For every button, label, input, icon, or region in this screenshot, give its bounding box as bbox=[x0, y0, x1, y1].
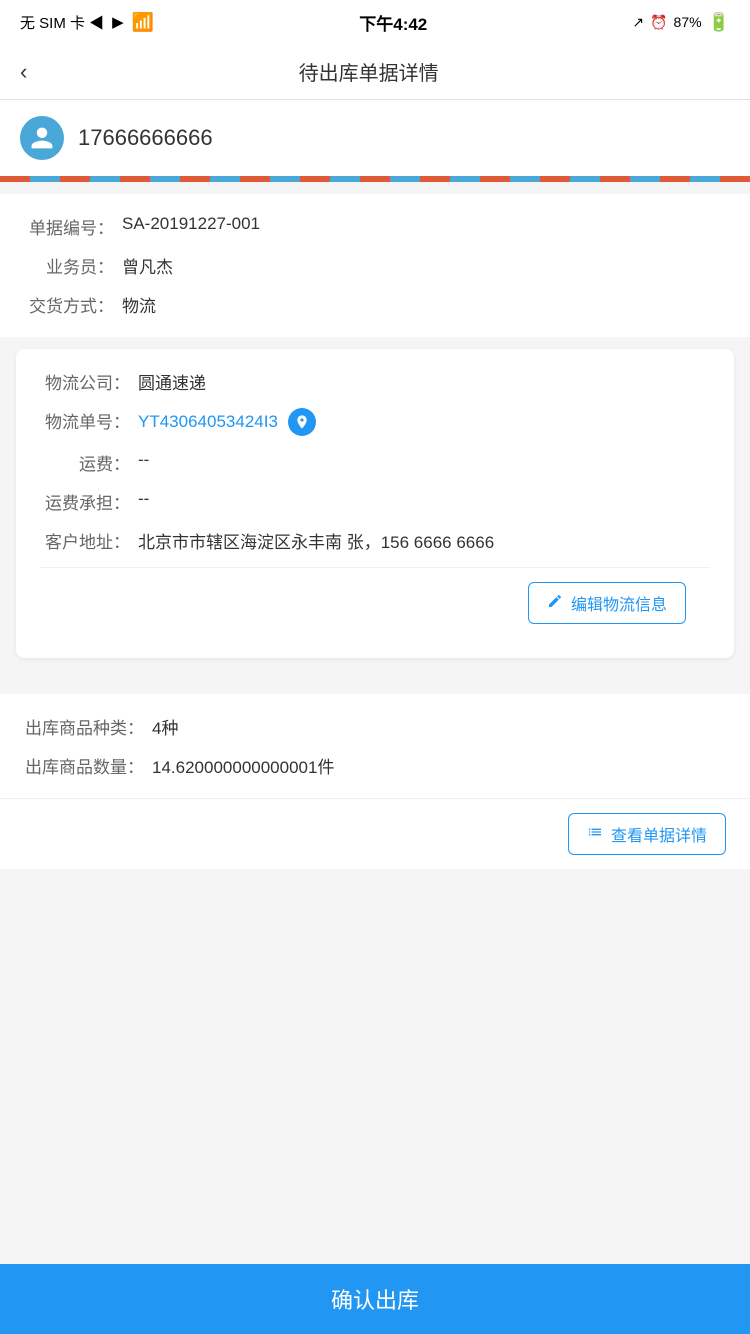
view-detail-button[interactable]: 查看单据详情 bbox=[568, 813, 726, 855]
section-separator bbox=[0, 670, 750, 682]
tracking-number-row: 物流单号： YT43064053424I3 bbox=[40, 408, 710, 436]
confirm-button-label: 确认出库 bbox=[331, 1283, 419, 1315]
status-right: ↗ ⏰ 87% 🔋 bbox=[632, 12, 730, 33]
document-number-label: 单据编号： bbox=[24, 214, 114, 239]
nav-bar: ‹ 待出库单据详情 bbox=[0, 44, 750, 100]
dashed-divider bbox=[0, 176, 750, 182]
sales-person-label: 业务员： bbox=[24, 253, 114, 278]
goods-quantity-row: 出库商品数量： 14.620000000000001件 bbox=[24, 753, 726, 778]
location-icon: ↗ bbox=[632, 14, 644, 31]
tracking-number-container: YT43064053424I3 bbox=[130, 408, 316, 436]
bottom-spacer bbox=[0, 1049, 750, 1129]
freight-bearer-row: 运费承担： -- bbox=[40, 489, 710, 514]
logistics-company-label: 物流公司： bbox=[40, 369, 130, 394]
battery-percent: 87% bbox=[674, 14, 702, 30]
sales-person-row: 业务员： 曾凡杰 bbox=[24, 253, 726, 278]
confirm-button[interactable]: 确认出库 bbox=[0, 1264, 750, 1334]
customer-header: 17666666666 bbox=[0, 100, 750, 176]
map-pin-icon[interactable] bbox=[288, 408, 316, 436]
edit-icon bbox=[547, 593, 563, 614]
view-detail-icon bbox=[587, 824, 603, 845]
address-row: 客户地址： 北京市市辖区海淀区永丰南 张，156 6666 6666 bbox=[40, 528, 710, 553]
goods-quantity-label: 出库商品数量： bbox=[24, 753, 144, 778]
sales-person-value: 曾凡杰 bbox=[122, 253, 726, 278]
goods-type-value: 4种 bbox=[152, 714, 726, 739]
logistics-company-row: 物流公司： 圆通速递 bbox=[40, 369, 710, 394]
delivery-method-row: 交货方式： 物流 bbox=[24, 292, 726, 317]
document-number-value: SA-20191227-001 bbox=[122, 214, 726, 234]
page-title: 待出库单据详情 bbox=[47, 57, 690, 86]
empty-area bbox=[0, 869, 750, 1049]
address-label: 客户地址： bbox=[40, 528, 130, 553]
status-bar: 无 SIM 卡 ◀ ▶ 📶 下午4:42 ↗ ⏰ 87% 🔋 bbox=[0, 0, 750, 44]
delivery-method-value: 物流 bbox=[122, 292, 726, 317]
avatar bbox=[20, 116, 64, 160]
back-button[interactable]: ‹ bbox=[20, 59, 27, 85]
tracking-number-value: YT43064053424I3 bbox=[138, 412, 278, 432]
freight-bearer-value: -- bbox=[138, 489, 710, 509]
freight-label: 运费： bbox=[40, 450, 130, 475]
goods-quantity-value: 14.620000000000001件 bbox=[152, 753, 726, 778]
address-value: 北京市市辖区海淀区永丰南 张，156 6666 6666 bbox=[138, 528, 710, 553]
view-detail-label: 查看单据详情 bbox=[611, 822, 707, 846]
edit-logistics-label: 编辑物流信息 bbox=[571, 591, 667, 615]
document-number-row: 单据编号： SA-20191227-001 bbox=[24, 214, 726, 239]
status-time: 下午4:42 bbox=[359, 10, 427, 35]
freight-bearer-label: 运费承担： bbox=[40, 489, 130, 514]
order-info-section: 单据编号： SA-20191227-001 业务员： 曾凡杰 交货方式： 物流 bbox=[0, 194, 750, 337]
logistics-info-card: 物流公司： 圆通速递 物流单号： YT43064053424I3 运费： -- … bbox=[16, 349, 734, 658]
status-left: 无 SIM 卡 ◀ ▶ 📶 bbox=[20, 12, 154, 33]
view-detail-row: 查看单据详情 bbox=[0, 798, 750, 869]
edit-logistics-button[interactable]: 编辑物流信息 bbox=[528, 582, 686, 624]
goods-type-row: 出库商品种类： 4种 bbox=[24, 714, 726, 739]
goods-type-label: 出库商品种类： bbox=[24, 714, 144, 739]
wifi-signal: 📶 bbox=[132, 12, 154, 33]
freight-row: 运费： -- bbox=[40, 450, 710, 475]
alarm-icon: ⏰ bbox=[650, 14, 667, 31]
edit-btn-row: 编辑物流信息 bbox=[40, 567, 710, 638]
sim-status: 无 SIM 卡 ◀ bbox=[20, 12, 104, 33]
wifi-icon: ▶ bbox=[112, 13, 124, 31]
logistics-company-value: 圆通速递 bbox=[138, 369, 710, 394]
tracking-number-label: 物流单号： bbox=[40, 408, 130, 433]
freight-value: -- bbox=[138, 450, 710, 470]
customer-phone: 17666666666 bbox=[78, 125, 213, 151]
goods-info-section: 出库商品种类： 4种 出库商品数量： 14.620000000000001件 bbox=[0, 694, 750, 798]
battery-icon: 🔋 bbox=[708, 12, 730, 33]
delivery-method-label: 交货方式： bbox=[24, 292, 114, 317]
